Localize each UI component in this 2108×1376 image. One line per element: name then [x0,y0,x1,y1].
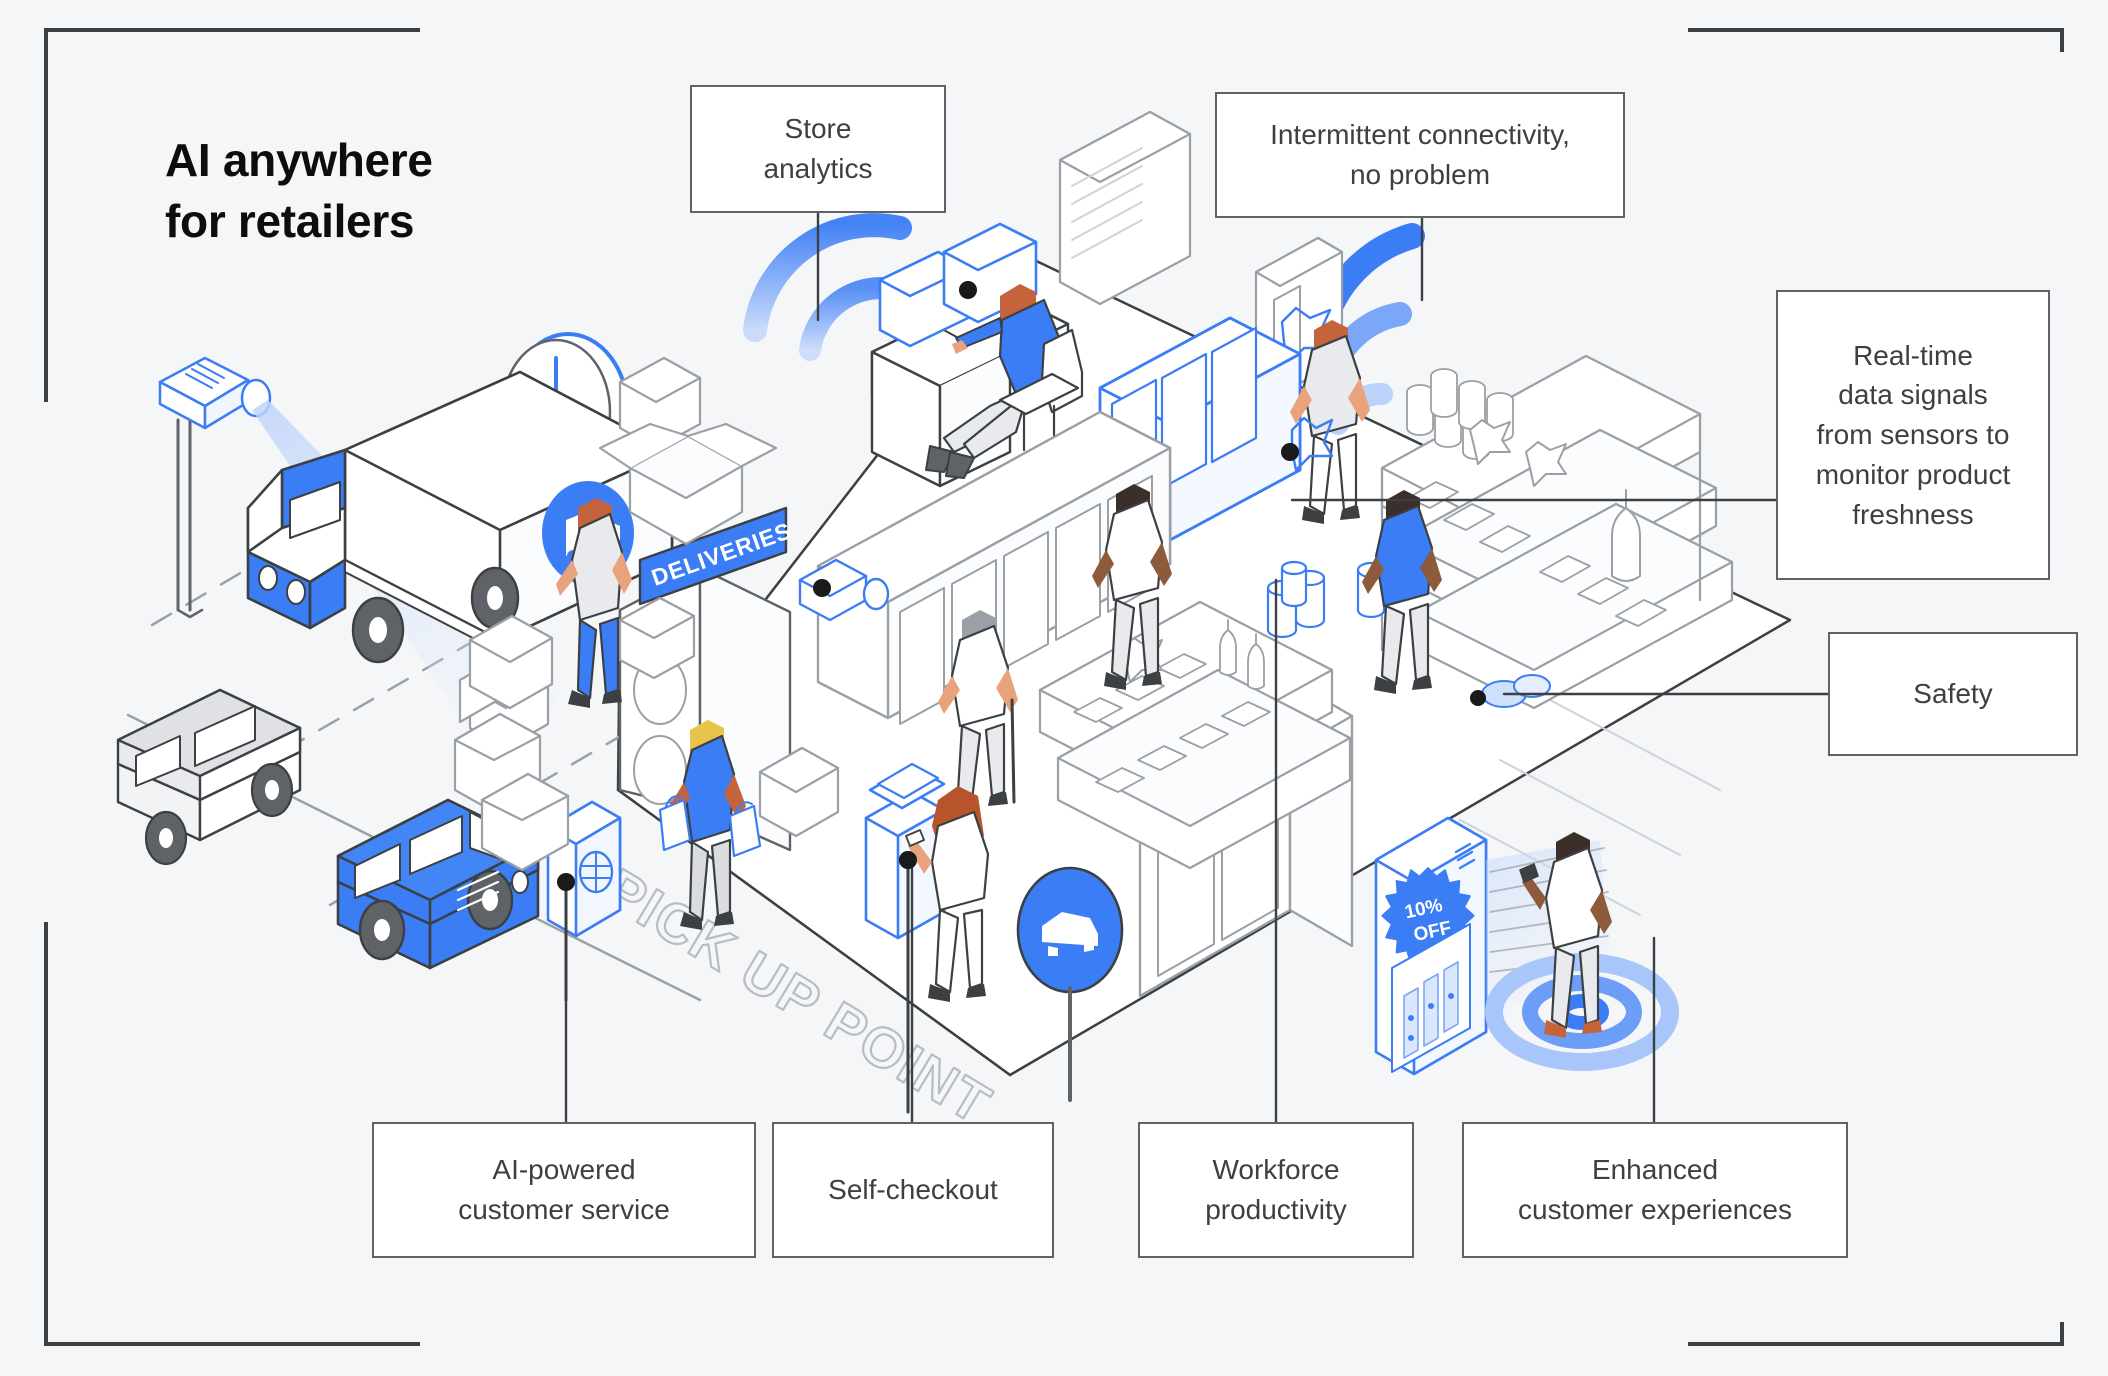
gray-car [116,688,302,866]
gray-display-cases [816,410,1172,725]
open-box [598,422,778,546]
wifi-signal-icon-right [1309,223,1425,435]
wifi-signal-icon-office [743,213,912,361]
deliveries-label: DELIVERIES [648,517,795,591]
callout-store-analytics[interactable]: Store analytics [690,85,946,213]
shelf-bottle [1611,489,1641,582]
wall-clock-icon [500,332,630,492]
parking-car-sign [1016,866,1124,1102]
callout-real-time-data[interactable]: Real-time data signals from sensors to m… [1776,290,2050,580]
interior-camera-icon [798,558,890,622]
office-monitors [878,222,1038,348]
seated-worker-person [925,284,1062,479]
camera-light-beam [252,400,560,745]
callout-real-time-data-label: Real-time data signals from sensors to m… [1815,339,2011,530]
callout-safety[interactable]: Safety [1828,632,2078,756]
person-shopper-with-cane [938,610,1018,810]
callout-safety-label: Safety [1913,678,1993,710]
corner-bracket-top-right [1688,28,2064,52]
cardboard-boxes [458,356,840,838]
callout-self-checkout[interactable]: Self-checkout [772,1122,1054,1258]
person-with-cup [1362,490,1442,694]
callout-self-checkout-label: Self-checkout [828,1174,998,1206]
page-title-line2: for retailers [165,195,415,248]
parking-car-sign-icon [1042,912,1098,956]
person-at-signage [1519,832,1612,1038]
connector-endpoint-dots [557,281,1486,891]
corner-bracket-bottom-right [1688,1322,2064,1346]
shelf-trays [1407,481,1667,627]
store-floor-plane [616,256,1792,1090]
self-checkout-kiosk [864,762,946,1114]
person-at-refrigerator [1092,484,1172,690]
promo-off-label: OFF [1412,918,1454,946]
blue-cups [1266,560,1326,639]
back-panel-display [1058,110,1192,306]
digital-signage-display: 10% OFF [1374,816,1488,1076]
callout-enhanced-experiences[interactable]: Enhanced customer experiences [1462,1122,1848,1258]
road-edge-lines [1459,699,1721,916]
callout-workforce-productivity-label: Workforce productivity [1205,1154,1347,1225]
person-shopper-with-bags [658,720,762,930]
callout-workforce-productivity[interactable]: Workforce productivity [1138,1122,1414,1258]
customer-location-rings [1485,953,1679,1071]
pickup-kiosk [546,800,622,1002]
callout-ai-powered-service[interactable]: AI-powered customer service [372,1122,756,1258]
entrance-label: ENTRANCE [1187,728,1311,799]
callout-intermittent-connectivity[interactable]: Intermittent connectivity, no problem [1215,92,1625,218]
promo-starburst-icon: 10% OFF [1381,867,1475,967]
corner-bracket-bottom-left [44,922,420,1346]
ground-text-pickup-point: PICK UP POINT [593,855,1004,1137]
store-entrance-facade [1138,678,1354,998]
globe-kiosk-icon [578,850,614,894]
blue-cup-held [1356,561,1386,619]
shelf-cans [1406,368,1514,460]
box-stack [453,712,570,872]
right-shelving-unit [1380,354,1734,710]
deliveries-building [618,566,792,852]
page-title: AI anywhere for retailers [165,130,433,252]
signage-beam [1486,840,1610,1020]
signage-wifi-icon [1454,842,1476,870]
back-office-desk [870,288,1070,488]
signage-chart [1391,923,1471,1073]
connector-lines [564,211,1830,1124]
safety-sensor-icon [1471,674,1551,708]
person-near-connectivity [1290,320,1370,524]
delivery-truck [246,370,674,664]
callout-intermittent-connectivity-label: Intermittent connectivity, no problem [1270,119,1570,190]
office-chair [998,328,1084,452]
pickup-apron [600,608,1012,1090]
entrance-sign: ENTRANCE [1178,708,1314,812]
shelf-star-products [1469,419,1567,487]
deliveries-sign: DELIVERIES [638,506,795,606]
signage-beam-lines [1489,847,1609,973]
pickup-point-label: PICK UP POINT [594,856,1003,1136]
delivery-truck-badge-icon [542,481,634,585]
promo-percent-label: 10% [1403,895,1445,923]
callout-enhanced-experiences-label: Enhanced customer experiences [1518,1154,1792,1225]
person-warehouse-worker [556,498,632,708]
illustration-canvas: PICK UP POINT DELIVERIES ENTRANCE 10% OF… [0,0,2108,1376]
security-camera-pole [176,418,204,619]
center-aisle-shelves [1038,600,1352,870]
road-lane-markings [126,383,762,1002]
person-self-checkout [905,786,990,1002]
entry-gate-panel [1254,236,1344,396]
refrigerated-display-cases [1098,316,1302,542]
callout-ai-powered-service-label: AI-powered customer service [458,1154,670,1225]
page-title-line1: AI anywhere [165,134,433,186]
blue-star-icon [1280,306,1332,366]
callout-store-analytics-label: Store analytics [763,113,873,184]
truck-boxes [468,614,554,710]
